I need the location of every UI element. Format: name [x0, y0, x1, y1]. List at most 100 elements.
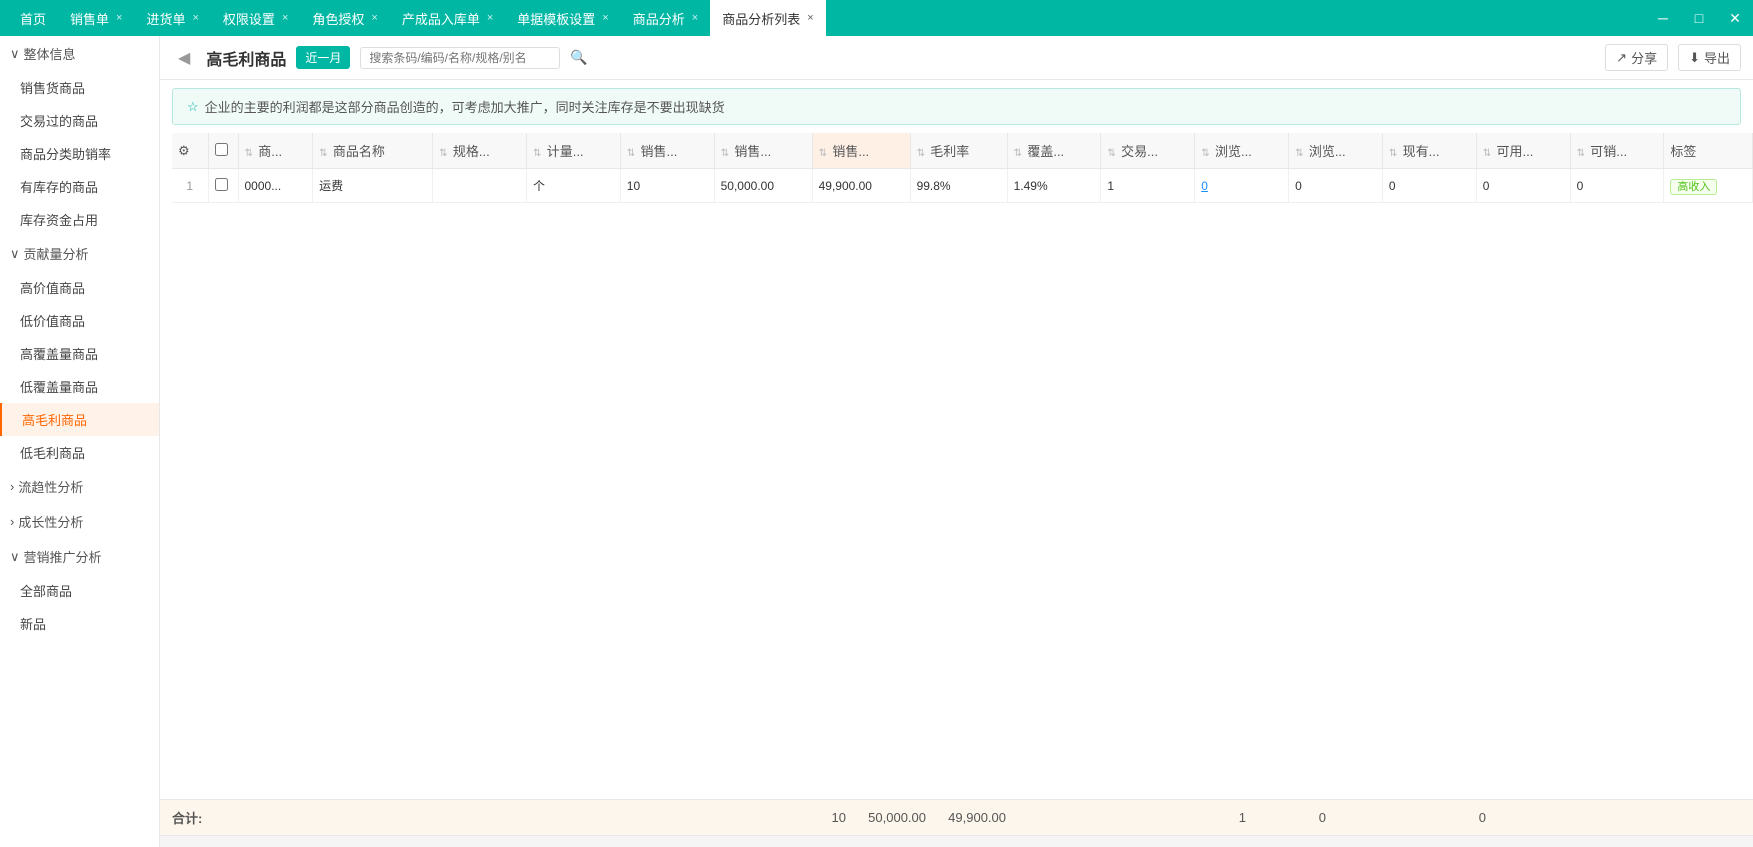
- settings-icon: ⚙: [178, 143, 190, 158]
- sidebar-item-low-margin[interactable]: 低毛利商品: [0, 436, 159, 469]
- select-all-checkbox[interactable]: [215, 143, 228, 156]
- page-title: 高毛利商品: [206, 46, 286, 70]
- sidebar-group-marketing[interactable]: ∨ 营销推广分析: [0, 539, 159, 574]
- col-gross-margin[interactable]: ⇅ 毛利率: [910, 133, 1007, 169]
- sidebar-group-overall[interactable]: ∨ 整体信息: [0, 36, 159, 71]
- chevron-right-icon: ›: [10, 479, 14, 494]
- content-area: ◀ 高毛利商品 近一月 🔍 ↗ 分享 ⬇ 导出 ☆ 企业的主要的利润都是这部分商…: [160, 36, 1753, 847]
- nav-template-settings[interactable]: 单据模板设置 ×: [505, 0, 620, 36]
- footer-label: 合计:: [172, 808, 252, 827]
- col-settings[interactable]: ⚙: [172, 133, 208, 169]
- nav-close-icon[interactable]: ×: [602, 12, 608, 24]
- table-container[interactable]: ⚙ ⇅ 商... ⇅ 商品名称: [160, 133, 1753, 799]
- nav-close-icon[interactable]: ×: [692, 12, 698, 24]
- sidebar-item-sales-goods[interactable]: 销售货商品: [0, 71, 159, 104]
- row-available: 0: [1476, 169, 1570, 203]
- row-gross-margin: 99.8%: [910, 169, 1007, 203]
- nav-close-icon[interactable]: ×: [282, 12, 288, 24]
- footer-sales-profit: 49,900.00: [932, 810, 1012, 825]
- nav-purchase-order[interactable]: 进货单 ×: [134, 0, 210, 36]
- footer-current-stock: 0: [1412, 810, 1492, 825]
- col-tag[interactable]: 标签: [1664, 133, 1753, 169]
- col-spec[interactable]: ⇅ 规格...: [433, 133, 527, 169]
- data-table: ⚙ ⇅ 商... ⇅ 商品名称: [172, 133, 1753, 203]
- nav-role-auth[interactable]: 角色授权 ×: [300, 0, 389, 36]
- col-browse2[interactable]: ⇅ 浏览...: [1289, 133, 1383, 169]
- sidebar-item-stock-capital[interactable]: 库存资金占用: [0, 203, 159, 236]
- nav-product-analysis[interactable]: 商品分析 ×: [621, 0, 710, 36]
- sidebar-item-low-value[interactable]: 低价值商品: [0, 304, 159, 337]
- row-sales-profit: 49,900.00: [812, 169, 910, 203]
- nav-close-icon[interactable]: ×: [116, 12, 122, 24]
- row-unit: 个: [526, 169, 620, 203]
- footer-browse1: 0: [1252, 810, 1332, 825]
- search-input[interactable]: [360, 47, 560, 69]
- row-browse1[interactable]: 0: [1195, 169, 1289, 203]
- nav-product-inbound[interactable]: 产成品入库单 ×: [390, 0, 505, 36]
- row-transaction: 1: [1101, 169, 1195, 203]
- nav-sales-order[interactable]: 销售单 ×: [58, 0, 134, 36]
- col-sales-profit[interactable]: ⇅ 销售...: [812, 133, 910, 169]
- export-button[interactable]: ⬇ 导出: [1678, 44, 1741, 71]
- row-sales-amount: 50,000.00: [714, 169, 812, 203]
- col-transaction[interactable]: ⇅ 交易...: [1101, 133, 1195, 169]
- row-name: 运费: [313, 169, 433, 203]
- col-unit[interactable]: ⇅ 计量...: [526, 133, 620, 169]
- footer-bar: 合计: 10 50,000.00 49,900.00 1 0 0: [160, 799, 1753, 835]
- sidebar-group-growth[interactable]: › 成长性分析: [0, 504, 159, 539]
- sidebar-group-contribution[interactable]: ∨ 贡献量分析: [0, 236, 159, 271]
- col-coverage[interactable]: ⇅ 覆盖...: [1007, 133, 1101, 169]
- row-code: 0000...: [238, 169, 313, 203]
- row-coverage: 1.49%: [1007, 169, 1101, 203]
- nav-product-analysis-list[interactable]: 商品分析列表 ×: [710, 0, 825, 36]
- nav-permission-settings[interactable]: 权限设置 ×: [211, 0, 300, 36]
- row-checkbox[interactable]: [215, 178, 228, 191]
- row-sellable: 0: [1570, 169, 1664, 203]
- time-filter-button[interactable]: 近一月: [296, 46, 350, 69]
- row-tag: 高收入: [1664, 169, 1753, 203]
- sidebar-item-traded-goods[interactable]: 交易过的商品: [0, 104, 159, 137]
- minimize-button[interactable]: ─: [1645, 0, 1681, 36]
- search-button[interactable]: 🔍: [570, 49, 587, 66]
- col-checkbox[interactable]: [208, 133, 238, 169]
- sidebar-group-trend[interactable]: › 流趋性分析: [0, 469, 159, 504]
- sidebar-item-high-margin[interactable]: 高毛利商品: [0, 403, 159, 436]
- row-browse2: 0: [1289, 169, 1383, 203]
- footer-sales-count: 10: [772, 810, 852, 825]
- col-current-stock[interactable]: ⇅ 现有...: [1382, 133, 1476, 169]
- col-sales-count[interactable]: ⇅ 销售...: [620, 133, 714, 169]
- share-button[interactable]: ↗ 分享: [1605, 44, 1668, 71]
- share-icon: ↗: [1616, 50, 1627, 66]
- col-sales-amount[interactable]: ⇅ 销售...: [714, 133, 812, 169]
- col-available[interactable]: ⇅ 可用...: [1476, 133, 1570, 169]
- nav-close-icon[interactable]: ×: [192, 12, 198, 24]
- close-button[interactable]: ✕: [1717, 0, 1753, 36]
- sidebar-collapse-button[interactable]: ◀: [172, 46, 196, 70]
- sidebar-item-category-sales-rate[interactable]: 商品分类助销率: [0, 137, 159, 170]
- sidebar-item-new-products[interactable]: 新品: [0, 607, 159, 640]
- top-nav: 首页 销售单 × 进货单 × 权限设置 × 角色授权 × 产成品入库单 × 单据…: [0, 0, 1753, 36]
- col-browse1[interactable]: ⇅ 浏览...: [1195, 133, 1289, 169]
- col-code[interactable]: ⇅ 商...: [238, 133, 313, 169]
- row-current-stock: 0: [1382, 169, 1476, 203]
- sidebar-item-high-value[interactable]: 高价值商品: [0, 271, 159, 304]
- nav-close-icon[interactable]: ×: [487, 12, 493, 24]
- nav-home[interactable]: 首页: [8, 0, 58, 36]
- nav-close-icon[interactable]: ×: [807, 12, 813, 24]
- sidebar-item-high-coverage[interactable]: 高覆盖量商品: [0, 337, 159, 370]
- window-controls: ─ □ ✕: [1645, 0, 1753, 36]
- nav-close-icon[interactable]: ×: [371, 12, 377, 24]
- sidebar-item-low-coverage[interactable]: 低覆盖量商品: [0, 370, 159, 403]
- maximize-button[interactable]: □: [1681, 0, 1717, 36]
- col-name[interactable]: ⇅ 商品名称: [313, 133, 433, 169]
- row-sales-count: 10: [620, 169, 714, 203]
- horizontal-scrollbar[interactable]: [160, 835, 1753, 847]
- chevron-down-icon: ∨: [10, 549, 20, 565]
- row-spec: [433, 169, 527, 203]
- col-sellable[interactable]: ⇅ 可销...: [1570, 133, 1664, 169]
- footer-transaction: 1: [1172, 810, 1252, 825]
- chevron-right-icon: ›: [10, 514, 14, 529]
- row-checkbox-cell[interactable]: [208, 169, 238, 203]
- sidebar-item-in-stock[interactable]: 有库存的商品: [0, 170, 159, 203]
- sidebar-item-all-goods[interactable]: 全部商品: [0, 574, 159, 607]
